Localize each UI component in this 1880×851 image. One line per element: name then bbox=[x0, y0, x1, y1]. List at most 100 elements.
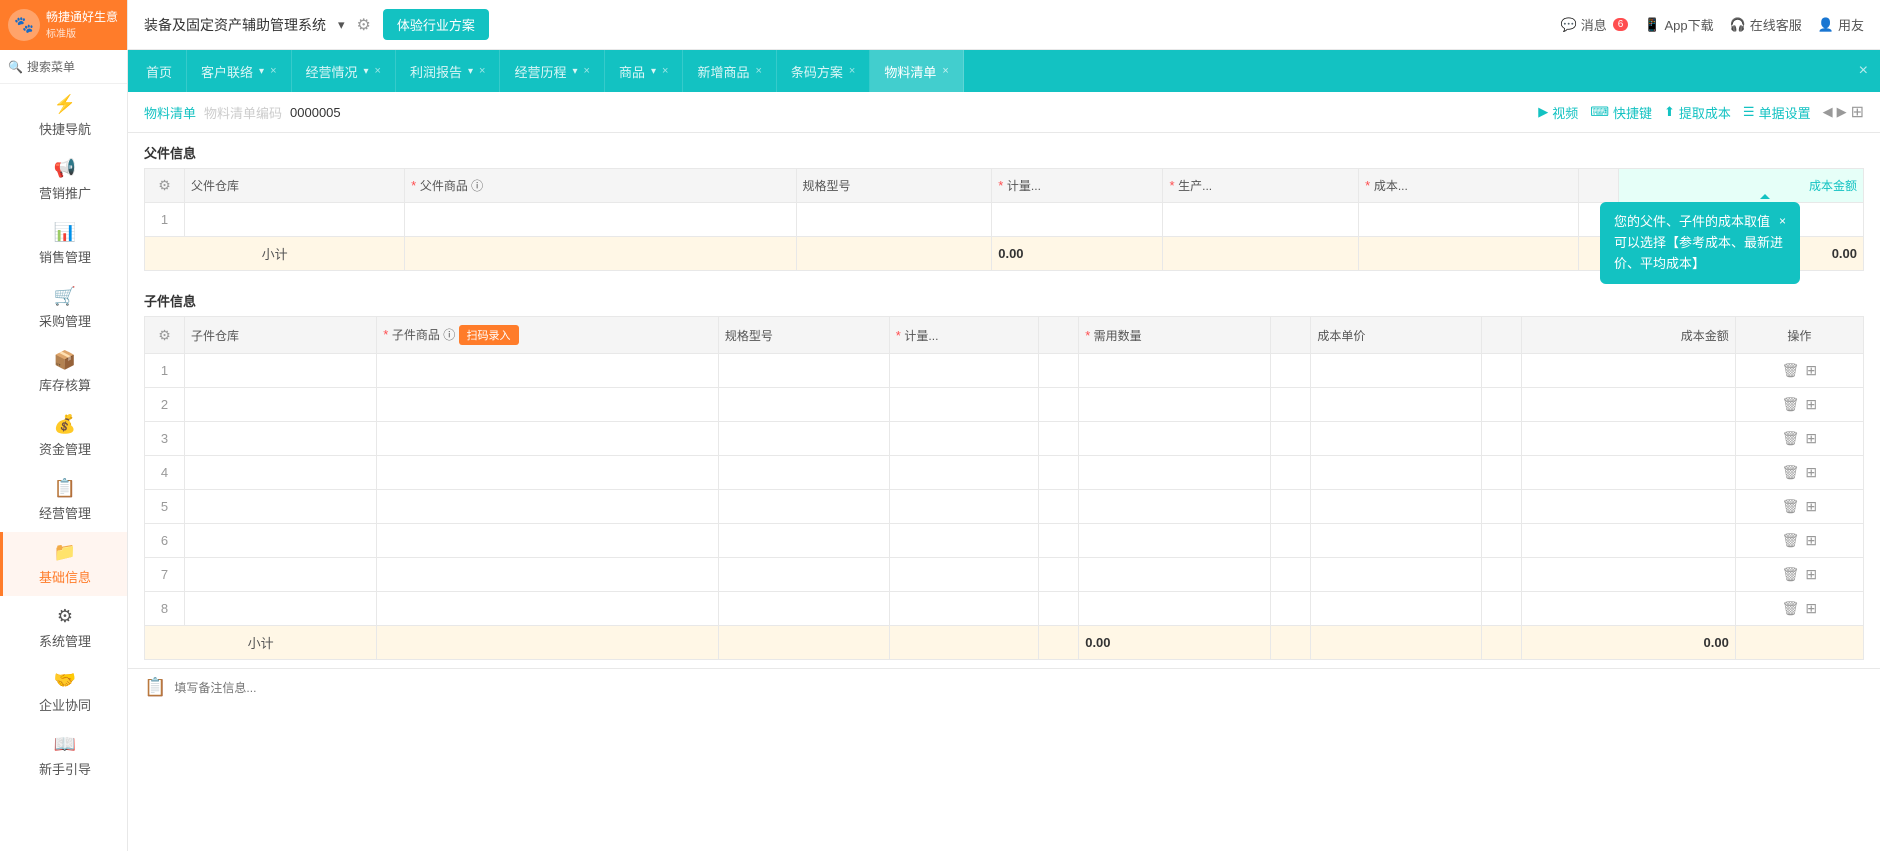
parent-product-cell[interactable] bbox=[405, 203, 796, 237]
nav-right-icon[interactable]: ▶ bbox=[1837, 104, 1847, 120]
child-qty-6[interactable] bbox=[1079, 524, 1271, 558]
child-product-8[interactable] bbox=[377, 592, 719, 626]
user-item[interactable]: 👤 用友 bbox=[1818, 15, 1864, 34]
copy-icon-7[interactable]: ⊞ bbox=[1805, 566, 1817, 583]
child-amount-4[interactable] bbox=[1522, 456, 1736, 490]
parent-warehouse-cell[interactable] bbox=[185, 203, 405, 237]
tab-operations-status[interactable]: 经营情况 ▾ × bbox=[292, 50, 396, 92]
child-spec-6[interactable] bbox=[718, 524, 889, 558]
child-product-7[interactable] bbox=[377, 558, 719, 592]
child-warehouse-1[interactable] bbox=[185, 354, 377, 388]
sidebar-item-guide[interactable]: 📖 新手引导 bbox=[0, 724, 127, 788]
child-qty-3[interactable] bbox=[1079, 422, 1271, 456]
child-unit-2[interactable] bbox=[889, 388, 1038, 422]
copy-icon-6[interactable]: ⊞ bbox=[1805, 532, 1817, 549]
child-warehouse-2[interactable] bbox=[185, 388, 377, 422]
nav-left-icon[interactable]: ◀ bbox=[1823, 104, 1833, 120]
tab-history-close[interactable]: × bbox=[584, 65, 590, 77]
child-spec-4[interactable] bbox=[718, 456, 889, 490]
child-unit-cost-8[interactable] bbox=[1311, 592, 1482, 626]
sidebar-item-purchase[interactable]: 🛒 采购管理 bbox=[0, 276, 127, 340]
view-video-btn[interactable]: ▶ 视频 bbox=[1538, 103, 1578, 122]
child-warehouse-5[interactable] bbox=[185, 490, 377, 524]
child-warehouse-6[interactable] bbox=[185, 524, 377, 558]
tab-barcode[interactable]: 条码方案 × bbox=[777, 50, 870, 92]
tab-customer-close[interactable]: × bbox=[270, 65, 276, 77]
msg-item[interactable]: 💬 消息 6 bbox=[1561, 15, 1629, 34]
child-amount-7[interactable] bbox=[1522, 558, 1736, 592]
online-service-item[interactable]: 🎧 在线客服 bbox=[1730, 15, 1802, 34]
tab-bom-close[interactable]: × bbox=[942, 65, 948, 77]
tab-history[interactable]: 经营历程 ▾ × bbox=[500, 50, 604, 92]
copy-icon-2[interactable]: ⊞ bbox=[1805, 396, 1817, 413]
child-amount-5[interactable] bbox=[1522, 490, 1736, 524]
tab-home[interactable]: 首页 bbox=[132, 50, 187, 92]
child-unit-6[interactable] bbox=[889, 524, 1038, 558]
delete-icon-3[interactable]: 🗑 bbox=[1782, 430, 1800, 447]
trial-btn[interactable]: 体验行业方案 bbox=[383, 9, 489, 40]
child-spec-8[interactable] bbox=[718, 592, 889, 626]
copy-icon-5[interactable]: ⊞ bbox=[1805, 498, 1817, 515]
child-qty-7[interactable] bbox=[1079, 558, 1271, 592]
child-warehouse-3[interactable] bbox=[185, 422, 377, 456]
child-warehouse-7[interactable] bbox=[185, 558, 377, 592]
sidebar-item-quick-nav[interactable]: ⚡ 快捷导航 bbox=[0, 84, 127, 148]
child-qty-4[interactable] bbox=[1079, 456, 1271, 490]
delete-icon-7[interactable]: 🗑 bbox=[1782, 566, 1800, 583]
child-unit-1[interactable] bbox=[889, 354, 1038, 388]
child-product-5[interactable] bbox=[377, 490, 719, 524]
child-amount-6[interactable] bbox=[1522, 524, 1736, 558]
tab-profit[interactable]: 利润报告 ▾ × bbox=[396, 50, 500, 92]
tab-customer[interactable]: 客户联络 ▾ × bbox=[187, 50, 291, 92]
child-spec-5[interactable] bbox=[718, 490, 889, 524]
single-setting-btn[interactable]: ☰ 单据设置 bbox=[1743, 103, 1811, 122]
sidebar-item-marketing[interactable]: 📢 营销推广 bbox=[0, 148, 127, 212]
tab-goods[interactable]: 商品 ▾ × bbox=[605, 50, 683, 92]
sidebar-item-base-info[interactable]: 📁 基础信息 bbox=[0, 532, 127, 596]
tooltip-close-btn[interactable]: × bbox=[1779, 212, 1786, 231]
child-settings-icon[interactable]: ⚙ bbox=[158, 327, 171, 343]
note-input[interactable] bbox=[174, 681, 1864, 695]
child-warehouse-4[interactable] bbox=[185, 456, 377, 490]
delete-icon-2[interactable]: 🗑 bbox=[1782, 396, 1800, 413]
delete-icon-8[interactable]: 🗑 bbox=[1782, 600, 1800, 617]
child-qty-5[interactable] bbox=[1079, 490, 1271, 524]
tab-add-goods-close[interactable]: × bbox=[755, 65, 761, 77]
tab-goods-close[interactable]: × bbox=[662, 65, 668, 77]
settings-gear-icon[interactable]: ⚙ bbox=[357, 15, 371, 35]
tab-ops-close[interactable]: × bbox=[375, 65, 381, 77]
child-product-6[interactable] bbox=[377, 524, 719, 558]
copy-icon-1[interactable]: ⊞ bbox=[1805, 362, 1817, 379]
extract-cost-btn[interactable]: ⬆ 提取成本 bbox=[1664, 103, 1731, 122]
tab-profit-close[interactable]: × bbox=[479, 65, 485, 77]
delete-icon-1[interactable]: 🗑 bbox=[1782, 362, 1800, 379]
delete-icon-6[interactable]: 🗑 bbox=[1782, 532, 1800, 549]
child-warehouse-8[interactable] bbox=[185, 592, 377, 626]
parent-prod-cell[interactable] bbox=[1163, 203, 1359, 237]
child-unit-8[interactable] bbox=[889, 592, 1038, 626]
search-menu[interactable]: 🔍 搜索菜单 bbox=[0, 50, 127, 84]
child-unit-cost-2[interactable] bbox=[1311, 388, 1482, 422]
child-unit-7[interactable] bbox=[889, 558, 1038, 592]
child-unit-cost-7[interactable] bbox=[1311, 558, 1482, 592]
system-dropdown[interactable]: ▾ bbox=[338, 17, 345, 33]
child-product-3[interactable] bbox=[377, 422, 719, 456]
child-qty-1[interactable] bbox=[1079, 354, 1271, 388]
grid-view-icon[interactable]: ⊞ bbox=[1851, 102, 1864, 122]
child-unit-cost-6[interactable] bbox=[1311, 524, 1482, 558]
tab-barcode-close[interactable]: × bbox=[849, 65, 855, 77]
child-unit-cost-1[interactable] bbox=[1311, 354, 1482, 388]
child-unit-5[interactable] bbox=[889, 490, 1038, 524]
child-product-1[interactable] bbox=[377, 354, 719, 388]
tab-add-goods[interactable]: 新增商品 × bbox=[683, 50, 776, 92]
copy-icon-3[interactable]: ⊞ bbox=[1805, 430, 1817, 447]
child-amount-1[interactable] bbox=[1522, 354, 1736, 388]
child-qty-2[interactable] bbox=[1079, 388, 1271, 422]
copy-icon-4[interactable]: ⊞ bbox=[1805, 464, 1817, 481]
child-unit-cost-5[interactable] bbox=[1311, 490, 1482, 524]
child-unit-4[interactable] bbox=[889, 456, 1038, 490]
app-download-item[interactable]: 📱 App下载 bbox=[1644, 15, 1713, 34]
child-spec-2[interactable] bbox=[718, 388, 889, 422]
child-qty-8[interactable] bbox=[1079, 592, 1271, 626]
breadcrumb-bom[interactable]: 物料清单 bbox=[144, 103, 196, 122]
